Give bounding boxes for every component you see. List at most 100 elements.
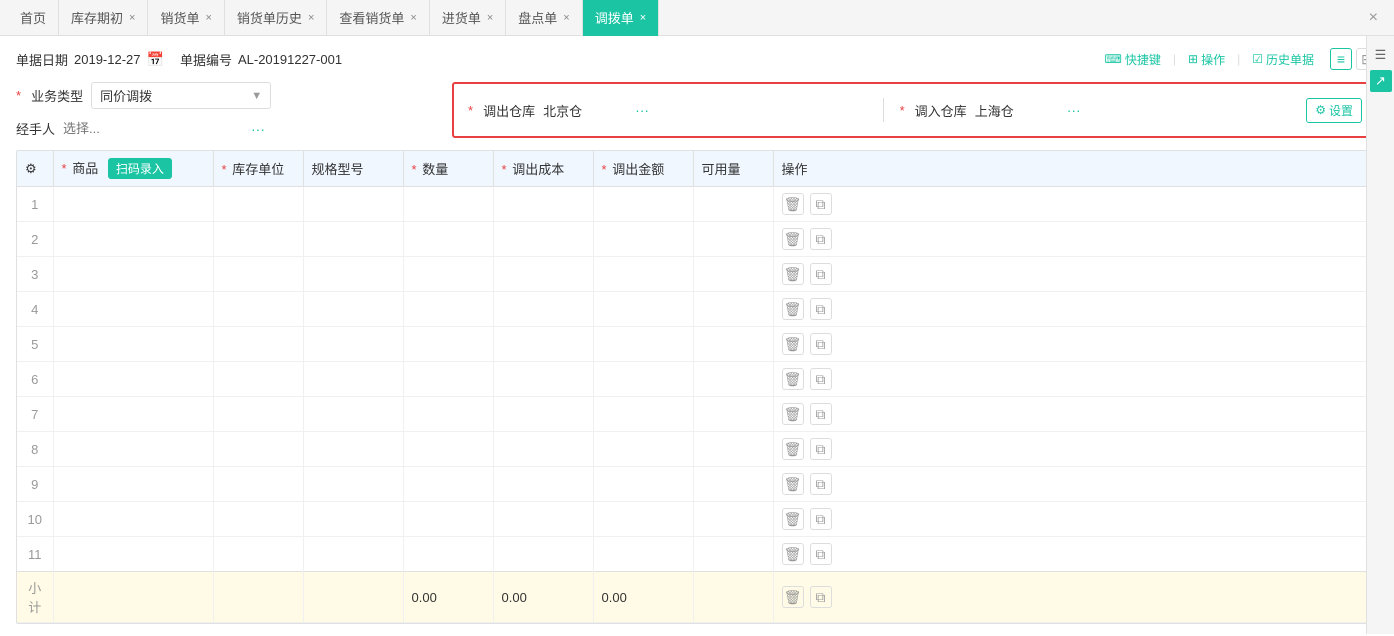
- row-available: [693, 397, 773, 432]
- tab-sales-history[interactable]: 销货单历史 ×: [225, 0, 327, 36]
- scan-button[interactable]: 扫码录入: [108, 158, 172, 179]
- row-goods[interactable]: [53, 362, 213, 397]
- shortcut-icon: ⌨: [1105, 52, 1122, 66]
- copy-button[interactable]: ⧉: [810, 228, 832, 250]
- tab-view-sales-close[interactable]: ×: [410, 12, 416, 24]
- row-goods[interactable]: [53, 187, 213, 222]
- tab-transfer-close[interactable]: ×: [640, 12, 646, 24]
- subtotal-copy-button[interactable]: ⧉: [810, 586, 832, 608]
- warehouse-in-more-button[interactable]: ···: [1063, 102, 1085, 118]
- row-goods[interactable]: [53, 292, 213, 327]
- row-number: 3: [17, 257, 53, 292]
- tab-sales-order[interactable]: 销货单 ×: [148, 0, 224, 36]
- tab-purchase-order-label: 进货单: [442, 8, 481, 27]
- copy-button[interactable]: ⧉: [810, 193, 832, 215]
- warehouse-in-star: *: [900, 103, 905, 118]
- row-goods[interactable]: [53, 537, 213, 572]
- tab-home-label: 首页: [20, 8, 46, 27]
- row-number: 10: [17, 502, 53, 537]
- delete-button[interactable]: 🗑: [782, 263, 804, 285]
- warehouse-out-label: 调出仓库: [483, 101, 535, 120]
- row-goods[interactable]: [53, 222, 213, 257]
- row-goods[interactable]: [53, 257, 213, 292]
- copy-button[interactable]: ⧉: [810, 543, 832, 565]
- row-goods[interactable]: [53, 327, 213, 362]
- copy-button[interactable]: ⧉: [810, 333, 832, 355]
- tab-stocktake-close[interactable]: ×: [563, 12, 569, 24]
- row-amount: [593, 432, 693, 467]
- tab-inventory-init[interactable]: 库存期初 ×: [59, 0, 148, 36]
- copy-button[interactable]: ⧉: [810, 508, 832, 530]
- copy-button[interactable]: ⧉: [810, 368, 832, 390]
- calendar-icon[interactable]: 📅: [147, 51, 164, 68]
- delete-button[interactable]: 🗑: [782, 298, 804, 320]
- gear-icon: ⚙: [1315, 103, 1326, 117]
- tab-sales-history-close[interactable]: ×: [308, 12, 314, 24]
- row-qty: [403, 222, 493, 257]
- business-type-select[interactable]: 同价调拨 ▼: [91, 82, 271, 109]
- row-number: 9: [17, 467, 53, 502]
- warehouse-in-value: 上海仓: [975, 101, 1055, 120]
- sidebar-list-icon[interactable]: ☰: [1370, 44, 1392, 66]
- delete-button[interactable]: 🗑: [782, 438, 804, 460]
- warehouse-out-more-button[interactable]: ···: [631, 102, 653, 118]
- table-row: 9 🗑 ⧉: [17, 467, 1377, 502]
- tab-view-sales[interactable]: 查看销货单 ×: [327, 0, 429, 36]
- copy-button[interactable]: ⧉: [810, 298, 832, 320]
- copy-button[interactable]: ⧉: [810, 438, 832, 460]
- layout-list-button[interactable]: ≡: [1330, 48, 1352, 70]
- settings-button[interactable]: ⚙ 设置: [1306, 98, 1362, 123]
- tab-stocktake[interactable]: 盘点单 ×: [506, 0, 582, 36]
- delete-button[interactable]: 🗑: [782, 543, 804, 565]
- row-spec: [303, 257, 403, 292]
- handler-more-button[interactable]: ···: [247, 121, 269, 137]
- row-goods[interactable]: [53, 467, 213, 502]
- table-row: 6 🗑 ⧉: [17, 362, 1377, 397]
- doc-date-label: 单据日期: [16, 50, 68, 69]
- tab-purchase-order-close[interactable]: ×: [487, 12, 493, 24]
- tab-purchase-order[interactable]: 进货单 ×: [430, 0, 506, 36]
- sidebar-expand-icon[interactable]: ↗: [1370, 70, 1392, 92]
- row-goods[interactable]: [53, 502, 213, 537]
- subtotal-delete-button[interactable]: 🗑: [782, 586, 804, 608]
- operations-button[interactable]: ⊞ 操作: [1188, 51, 1225, 68]
- row-amount: [593, 467, 693, 502]
- row-unit: [213, 292, 303, 327]
- row-available: [693, 187, 773, 222]
- tab-home[interactable]: 首页: [8, 0, 59, 36]
- subtotal-available: [693, 572, 773, 623]
- handler-input[interactable]: [63, 121, 239, 136]
- col-available: 可用量: [693, 151, 773, 187]
- copy-button[interactable]: ⧉: [810, 473, 832, 495]
- row-goods[interactable]: [53, 432, 213, 467]
- doc-number-value: AL-20191227-001: [238, 52, 342, 67]
- tab-sales-order-label: 销货单: [160, 8, 199, 27]
- row-spec: [303, 467, 403, 502]
- row-number: 4: [17, 292, 53, 327]
- copy-button[interactable]: ⧉: [810, 263, 832, 285]
- row-qty: [403, 397, 493, 432]
- table-row: 10 🗑 ⧉: [17, 502, 1377, 537]
- settings-col-icon[interactable]: ⚙: [25, 161, 37, 176]
- subtotal-qty: 0.00: [403, 572, 493, 623]
- window-close-button[interactable]: ×: [1361, 9, 1386, 27]
- delete-button[interactable]: 🗑: [782, 508, 804, 530]
- delete-button[interactable]: 🗑: [782, 228, 804, 250]
- history-button[interactable]: ☑ 历史单据: [1252, 51, 1314, 68]
- delete-button[interactable]: 🗑: [782, 333, 804, 355]
- doc-date-field: 单据日期 2019-12-27 📅: [16, 50, 164, 69]
- tab-sales-order-close[interactable]: ×: [205, 12, 211, 24]
- settings-label: 设置: [1329, 102, 1353, 119]
- tab-transfer[interactable]: 调拨单 ×: [583, 0, 659, 36]
- delete-button[interactable]: 🗑: [782, 368, 804, 390]
- delete-button[interactable]: 🗑: [782, 473, 804, 495]
- shortcut-button[interactable]: ⌨ 快捷键: [1105, 51, 1161, 68]
- delete-button[interactable]: 🗑: [782, 403, 804, 425]
- row-cost: [493, 257, 593, 292]
- tab-inventory-init-close[interactable]: ×: [129, 12, 135, 24]
- warehouse-divider: [883, 98, 884, 122]
- copy-button[interactable]: ⧉: [810, 403, 832, 425]
- table-container: ⚙ * 商品 扫码录入 * 库存单位 规格型号: [16, 150, 1378, 624]
- delete-button[interactable]: 🗑: [782, 193, 804, 215]
- row-goods[interactable]: [53, 397, 213, 432]
